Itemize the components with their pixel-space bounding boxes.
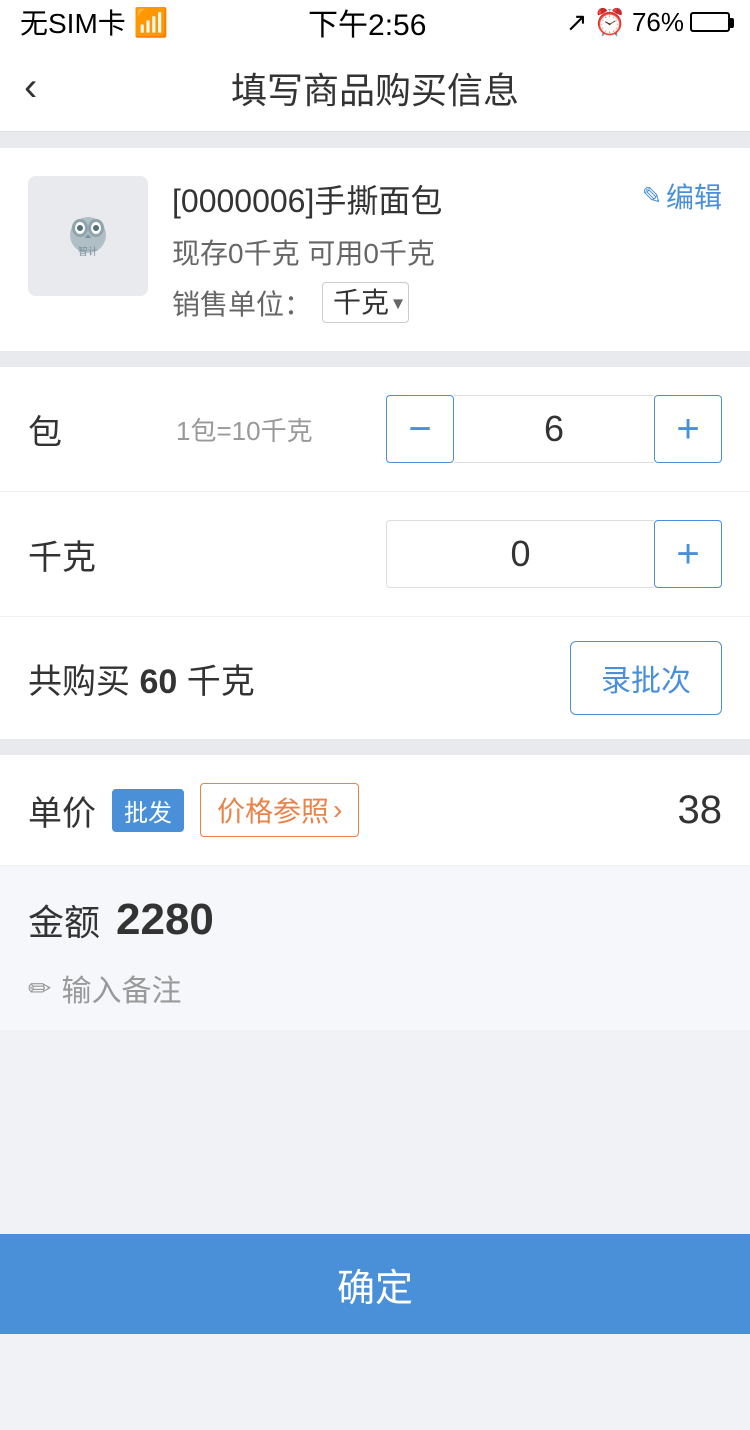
carrier-label: 无SIM卡 (20, 2, 126, 42)
batch-button[interactable]: 录批次 (570, 641, 722, 715)
unit-select[interactable]: 千克 (322, 282, 409, 323)
price-row: 单价 批发 价格参照 › 38 (0, 755, 750, 866)
total-row: 共购买 60 千克 录批次 (0, 617, 750, 739)
unit-select-wrap[interactable]: 千克 (322, 282, 409, 323)
amount-value: 2280 (116, 895, 214, 945)
remark-icon: ✏ (28, 972, 51, 1005)
edit-label: 编辑 (666, 176, 722, 216)
price-ref-button[interactable]: 价格参照 › (200, 783, 359, 837)
product-stock: 现存0千克 可用0千克 (172, 232, 722, 272)
product-thumbnail: 智计 (28, 176, 148, 296)
status-right: ↗ ⏰ 76% (566, 7, 730, 38)
bao-row: 包 1包=10千克 − + (0, 367, 750, 492)
amount-label: 金额 (28, 894, 100, 946)
section-divider-3 (0, 739, 750, 755)
kg-qty-input[interactable] (386, 520, 654, 588)
price-ref-chevron: › (333, 794, 342, 826)
status-bar: 无SIM卡 📶 下午2:56 ↗ ⏰ 76% (0, 0, 750, 44)
total-label: 共购买 (28, 663, 130, 701)
kg-qty-control: + (386, 520, 722, 588)
back-button[interactable]: ‹ (24, 65, 37, 110)
confirm-button-label: 确定 (337, 1257, 413, 1312)
alarm-icon: ⏰ (594, 7, 626, 38)
edit-icon: ✎ (642, 182, 662, 211)
bao-qty-control: − + (386, 395, 722, 463)
price-label: 单价 (28, 786, 96, 835)
battery-bar (690, 12, 730, 32)
form-section: 包 1包=10千克 − + 千克 + (0, 367, 750, 617)
section-divider-2 (0, 351, 750, 367)
price-value: 38 (678, 788, 723, 833)
total-text: 共购买 60 千克 (28, 654, 255, 703)
product-unit-row: 销售单位： 千克 (172, 282, 722, 323)
remark-row[interactable]: ✏ 输入备注 (28, 966, 722, 1010)
price-section: 单价 批发 价格参照 › 38 (0, 755, 750, 866)
unit-label: 销售单位： (172, 283, 312, 323)
nav-bar: ‹ 填写商品购买信息 (0, 44, 750, 132)
price-badge: 批发 (112, 789, 184, 832)
price-ref-label: 价格参照 (217, 790, 329, 830)
kg-plus-button[interactable]: + (654, 520, 722, 588)
status-time: 下午2:56 (308, 0, 426, 44)
product-info: [0000006]手撕面包 现存0千克 可用0千克 销售单位： 千克 (172, 176, 722, 323)
total-qty: 60 (139, 663, 186, 701)
status-left: 无SIM卡 📶 (20, 2, 169, 42)
section-divider-1 (0, 132, 750, 148)
bao-label: 包 (28, 405, 168, 454)
bao-qty-input[interactable] (454, 395, 654, 463)
amount-row: 金额 2280 (28, 894, 722, 946)
bao-plus-button[interactable]: + (654, 395, 722, 463)
total-unit: 千克 (187, 663, 255, 701)
svg-text:智计: 智计 (78, 245, 98, 258)
location-icon: ↗ (566, 7, 588, 38)
wifi-icon: 📶 (134, 6, 169, 39)
remark-text: 输入备注 (61, 966, 181, 1010)
battery-percent: 76% (632, 7, 684, 38)
edit-button[interactable]: ✎ 编辑 (642, 176, 722, 216)
kg-row: 千克 + (0, 492, 750, 617)
bao-sublabel: 1包=10千克 (176, 411, 313, 448)
kg-label: 千克 (28, 530, 168, 579)
product-name: [0000006]手撕面包 (172, 176, 722, 222)
bao-minus-button[interactable]: − (386, 395, 454, 463)
amount-section: 金额 2280 ✏ 输入备注 (0, 866, 750, 1030)
product-image-icon: 智计 (58, 200, 118, 272)
confirm-bar[interactable]: 确定 (0, 1234, 750, 1334)
page-title: 填写商品购买信息 (231, 62, 519, 114)
product-card: 智计 [0000006]手撕面包 现存0千克 可用0千克 销售单位： 千克 ✎ … (0, 148, 750, 351)
